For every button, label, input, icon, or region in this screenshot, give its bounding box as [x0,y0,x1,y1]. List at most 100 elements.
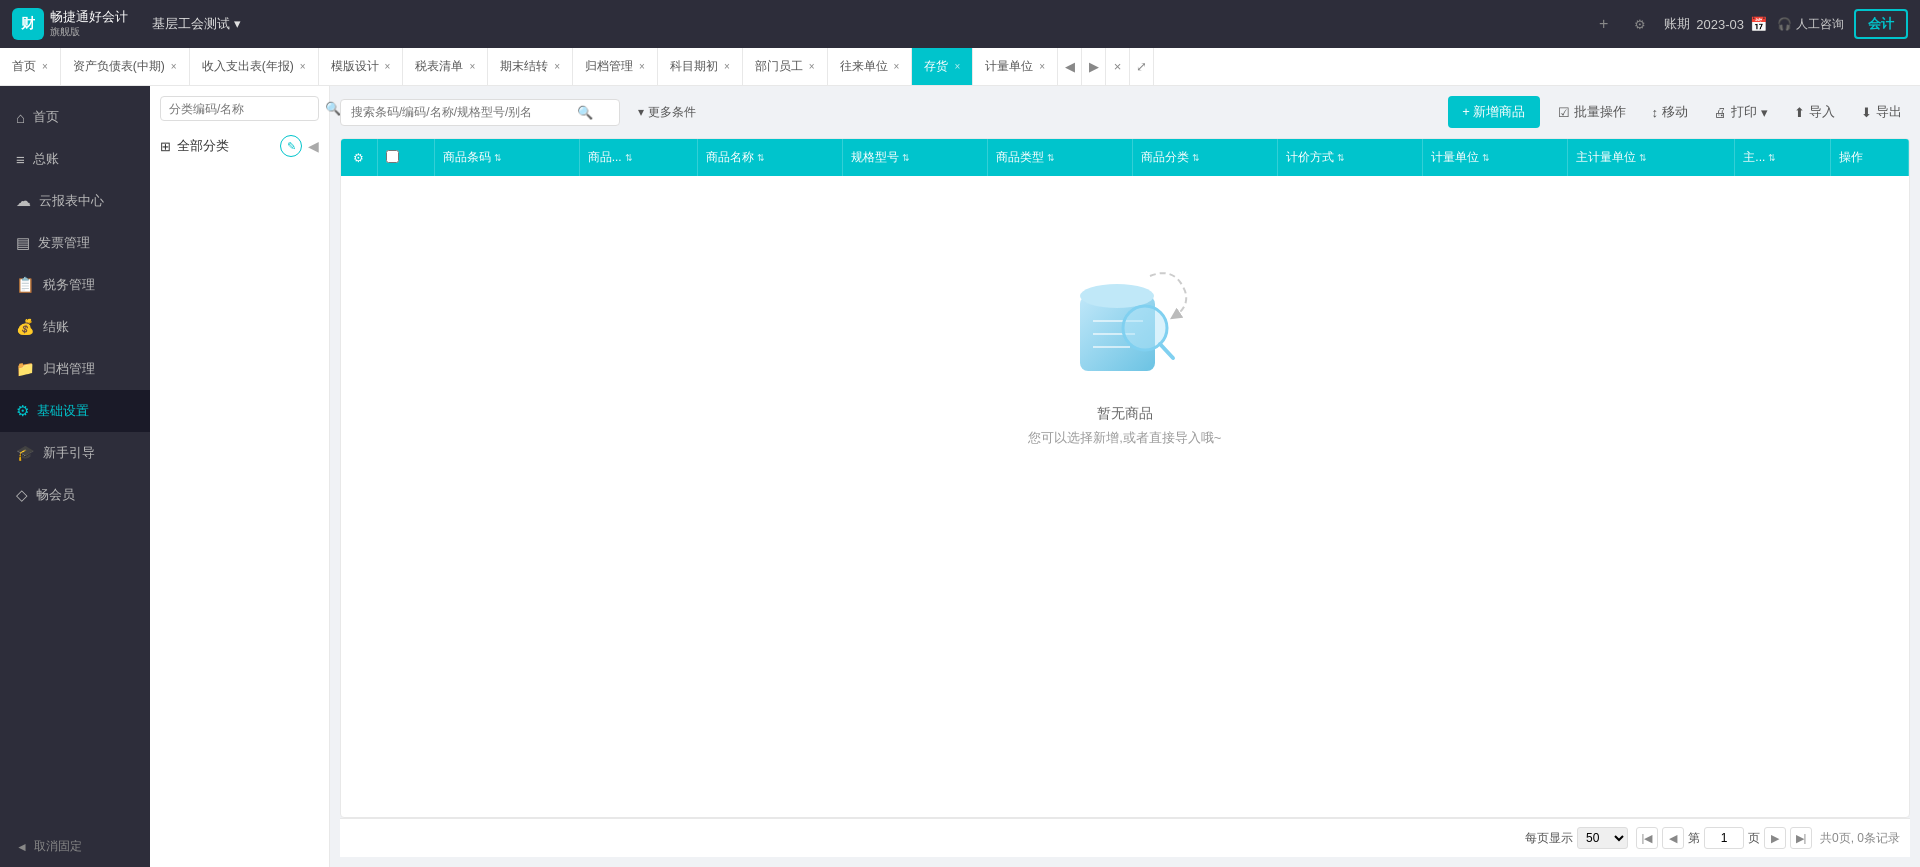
consult-button[interactable]: 🎧 人工咨询 [1777,16,1844,33]
pin-icon: ◄ [16,840,28,854]
settings-icon[interactable]: ⚙ [1626,17,1654,32]
tab-template[interactable]: 模版设计 × [319,48,404,86]
cloud-icon: ☁ [16,192,31,210]
tab-taxlist[interactable]: 税表清单 × [403,48,488,86]
tab-close-income[interactable]: × [300,61,306,72]
col-price-method[interactable]: 计价方式⇅ [1277,139,1422,176]
col-settings[interactable]: ⚙ [341,139,377,176]
collapse-panel-button[interactable]: ◀ [308,138,319,154]
empty-illustration [1055,256,1195,389]
col-name[interactable]: 商品名称⇅ [697,139,842,176]
col-barcode[interactable]: 商品条码⇅ [434,139,579,176]
product-table: ⚙ 商品条码⇅ 商品...⇅ 商品名称⇅ [341,139,1909,527]
sidebar-item-reports[interactable]: ☁ 云报表中心 [0,180,150,222]
member-icon: ◇ [16,486,28,504]
tab-home[interactable]: 首页 × [0,48,61,86]
category-search-input[interactable] [169,102,319,116]
total-records: 共0页, 0条记录 [1820,830,1900,847]
logo-icon: 财 [12,8,44,40]
gear-icon: ⚙ [16,402,29,420]
col-extra[interactable]: 主...⇅ [1735,139,1830,176]
tab-close-dept[interactable]: × [809,61,815,72]
app-edition: 旗舰版 [50,25,128,39]
tab-close-all[interactable]: × [1106,48,1130,86]
sidebar-item-basic[interactable]: ⚙ 基础设置 [0,390,150,432]
page-size-selector: 每页显示 50 100 200 [1525,827,1628,849]
company-name[interactable]: 基层工会测试 ▾ [152,15,1581,33]
tab-archive[interactable]: 归档管理 × [573,48,658,86]
page-number-input[interactable] [1704,827,1744,849]
tab-contacts[interactable]: 往来单位 × [828,48,913,86]
sidebar-item-checkout[interactable]: 💰 结账 [0,306,150,348]
product-search-icon[interactable]: 🔍 [577,105,593,120]
filter-button[interactable]: ▾ 更多条件 [630,99,704,126]
top-bar: 财 畅捷通好会计 旗舰版 基层工会测试 ▾ + ⚙ 账期 2023-03 📅 🎧… [0,0,1920,48]
move-button[interactable]: ↕ 移动 [1644,98,1697,126]
tab-inventory[interactable]: 存货 × [912,48,973,86]
invoice-icon: ▤ [16,234,30,252]
sidebar-item-ledger[interactable]: ≡ 总账 [0,138,150,180]
import-button[interactable]: ⬆ 导入 [1786,98,1843,126]
calendar-icon[interactable]: 📅 [1750,16,1767,32]
tab-close-home[interactable]: × [42,61,48,72]
logo-area: 财 畅捷通好会计 旗舰版 [12,8,142,40]
add-product-button[interactable]: + 新增商品 [1448,96,1539,128]
col-action: 操作 [1830,139,1908,176]
tab-nav-left[interactable]: ◀ [1058,48,1082,86]
cancel-pin-button[interactable]: ◄ 取消固定 [0,826,150,867]
tab-unit[interactable]: 计量单位 × [973,48,1058,86]
col-category[interactable]: 商品分类⇅ [1132,139,1277,176]
select-all-checkbox[interactable] [386,150,399,163]
tab-balance[interactable]: 资产负债表(中期) × [61,48,190,86]
tab-close-period-end[interactable]: × [554,61,560,72]
product-search-input[interactable] [351,105,571,119]
col-spec[interactable]: 规格型号⇅ [842,139,987,176]
export-button[interactable]: ⬇ 导出 [1853,98,1910,126]
tab-close-template[interactable]: × [385,61,391,72]
page-navigation: |◀ ◀ 第 页 ▶ ▶| [1636,827,1812,849]
tab-close-taxlist[interactable]: × [469,61,475,72]
col-code[interactable]: 商品...⇅ [579,139,697,176]
empty-svg [1055,256,1195,386]
print-icon: 🖨 [1714,105,1727,120]
empty-desc: 您可以选择新增,或者直接导入哦~ [1028,429,1221,447]
tab-expand[interactable]: ⤢ [1130,48,1154,86]
tab-subject[interactable]: 科目期初 × [658,48,743,86]
category-header: ⊞ 全部分类 ✎ ◀ [160,131,319,161]
sidebar-item-tax[interactable]: 📋 税务管理 [0,264,150,306]
tab-close-archive[interactable]: × [639,61,645,72]
edit-category-button[interactable]: ✎ [280,135,302,157]
tab-close-contacts[interactable]: × [894,61,900,72]
tab-nav-right[interactable]: ▶ [1082,48,1106,86]
tab-income[interactable]: 收入支出表(年报) × [190,48,319,86]
page-first-button[interactable]: |◀ [1636,827,1658,849]
inner-content: 🔍 ⊞ 全部分类 ✎ ◀ 🔍 [150,86,1920,867]
ledger-icon: ≡ [16,151,25,168]
page-prev-button[interactable]: ◀ [1662,827,1684,849]
tab-close-inventory[interactable]: × [954,61,960,72]
page-next-button[interactable]: ▶ [1764,827,1786,849]
print-button[interactable]: 🖨 打印 ▾ [1706,98,1776,126]
col-checkbox[interactable] [377,139,434,176]
kuaiji-button[interactable]: 会计 [1854,9,1908,39]
col-type[interactable]: 商品类型⇅ [987,139,1132,176]
page-last-button[interactable]: ▶| [1790,827,1812,849]
tab-close-subject[interactable]: × [724,61,730,72]
tab-dept[interactable]: 部门员工 × [743,48,828,86]
sidebar-item-invoice[interactable]: ▤ 发票管理 [0,222,150,264]
col-unit[interactable]: 计量单位⇅ [1422,139,1567,176]
content-area: 🔍 ⊞ 全部分类 ✎ ◀ 🔍 [150,86,1920,867]
tab-close-unit[interactable]: × [1039,61,1045,72]
batch-action-button[interactable]: ☑ 批量操作 [1550,98,1634,126]
sidebar-item-member[interactable]: ◇ 畅会员 [0,474,150,516]
tab-close-balance[interactable]: × [171,61,177,72]
tab-period-end[interactable]: 期末结转 × [488,48,573,86]
period-area: 账期 2023-03 📅 [1664,15,1767,33]
sidebar-item-guide[interactable]: 🎓 新手引导 [0,432,150,474]
sidebar-item-home[interactable]: ⌂ 首页 [0,96,150,138]
page-size-select[interactable]: 50 100 200 [1577,827,1628,849]
add-tab-button[interactable]: + [1591,15,1616,33]
archive-icon: 📁 [16,360,35,378]
col-main-unit[interactable]: 主计量单位⇅ [1567,139,1735,176]
sidebar-item-archive[interactable]: 📁 归档管理 [0,348,150,390]
